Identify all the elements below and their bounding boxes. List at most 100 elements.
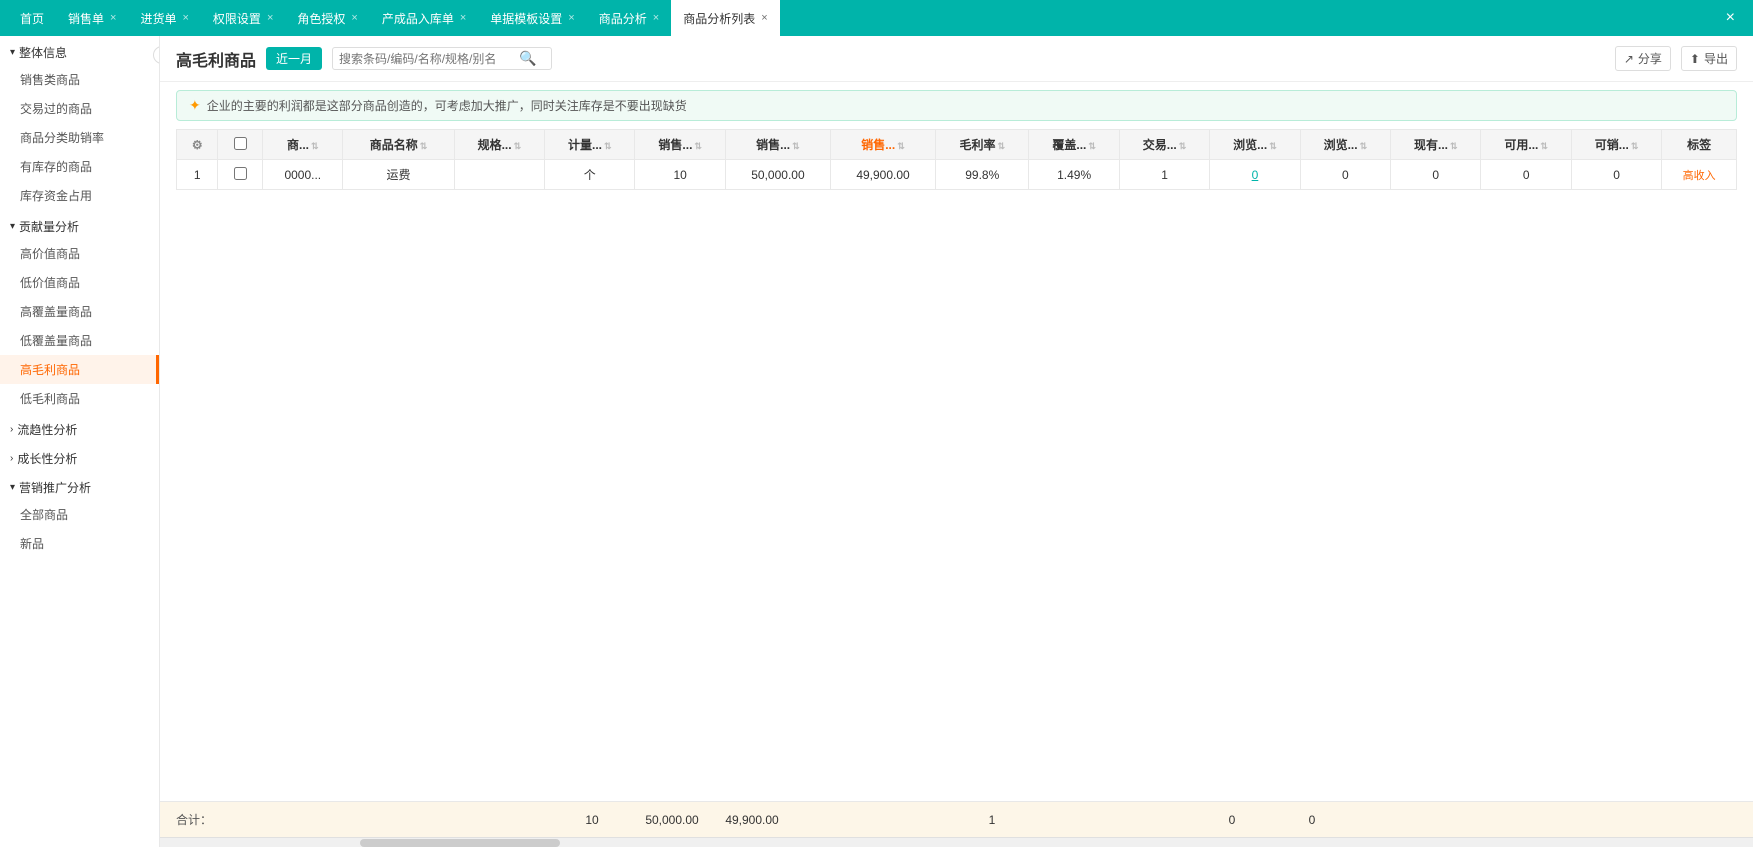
nav-home[interactable]: 首页 bbox=[8, 0, 56, 36]
cell-sale-profit: 49,900.00 bbox=[830, 160, 935, 190]
col-checkbox[interactable] bbox=[218, 130, 263, 160]
arrow-icon-3: › bbox=[10, 424, 13, 435]
col-sale-amt[interactable]: 销售...⇅ bbox=[725, 130, 830, 160]
col-trade-times[interactable]: 交易...⇅ bbox=[1119, 130, 1209, 160]
filter-button[interactable]: 近一月 bbox=[266, 47, 322, 70]
table-row: 1 0000... 运费 个 10 50,000.00 49,900.00 99… bbox=[177, 160, 1737, 190]
close-permissions-tab[interactable]: × bbox=[267, 12, 273, 24]
sidebar: « ▾ 整体信息 销售类商品 交易过的商品 商品分类助销率 有库存的商品 库存资… bbox=[0, 36, 160, 847]
col-stock2[interactable]: 可用...⇅ bbox=[1481, 130, 1571, 160]
col-sale-profit[interactable]: 销售...⇅ bbox=[830, 130, 935, 160]
sidebar-item-new-goods[interactable]: 新品 bbox=[0, 529, 159, 558]
top-navigation: 首页 销售单 × 进货单 × 权限设置 × 角色授权 × 产成品入库单 × 单据… bbox=[0, 0, 1753, 36]
footer-values: 10 50,000.00 49,900.00 1 0 0 bbox=[232, 813, 1737, 827]
scrollbar-thumb[interactable] bbox=[360, 839, 560, 847]
col-stock1[interactable]: 现有...⇅ bbox=[1391, 130, 1481, 160]
cell-tag: 高收入 bbox=[1662, 160, 1737, 190]
arrow-icon-5: ▾ bbox=[10, 482, 15, 493]
footer-sale-profit: 49,900.00 bbox=[712, 813, 792, 827]
sidebar-section-marketing[interactable]: ▾ 营销推广分析 bbox=[0, 471, 159, 500]
col-settings[interactable]: ⚙ bbox=[177, 130, 218, 160]
sidebar-section-contribution[interactable]: ▾ 贡献量分析 bbox=[0, 210, 159, 239]
close-purchase-tab[interactable]: × bbox=[182, 12, 188, 24]
col-tag[interactable]: 标签 bbox=[1662, 130, 1737, 160]
nav-product-analysis[interactable]: 商品分析 × bbox=[587, 0, 671, 36]
info-icon: ✦ bbox=[189, 97, 201, 114]
share-button[interactable]: ↗ 分享 bbox=[1615, 46, 1671, 71]
sidebar-item-low-value[interactable]: 低价值商品 bbox=[0, 268, 159, 297]
cell-code: 0000... bbox=[263, 160, 343, 190]
search-box: 🔍 bbox=[332, 47, 552, 70]
close-roles-tab[interactable]: × bbox=[351, 12, 357, 24]
arrow-icon: ▾ bbox=[10, 47, 15, 58]
main-layout: « ▾ 整体信息 销售类商品 交易过的商品 商品分类助销率 有库存的商品 库存资… bbox=[0, 36, 1753, 847]
col-name[interactable]: 商品名称⇅ bbox=[343, 130, 454, 160]
col-browse2[interactable]: 浏览...⇅ bbox=[1300, 130, 1390, 160]
sidebar-item-stock-capital[interactable]: 库存资金占用 bbox=[0, 181, 159, 210]
cell-stock2: 0 bbox=[1481, 160, 1571, 190]
data-table: ⚙ 商...⇅ 商品名称⇅ 规格...⇅ 计量...⇅ 销售...⇅ 销售...… bbox=[176, 129, 1737, 190]
footer-stock1: 0 bbox=[1192, 813, 1272, 827]
cell-index: 1 bbox=[177, 160, 218, 190]
sidebar-item-sales-goods[interactable]: 销售类商品 bbox=[0, 65, 159, 94]
sidebar-section-overall[interactable]: ▾ 整体信息 bbox=[0, 36, 159, 65]
cell-spec bbox=[454, 160, 544, 190]
cell-gross-rate: 99.8% bbox=[936, 160, 1029, 190]
sidebar-item-low-coverage[interactable]: 低覆盖量商品 bbox=[0, 326, 159, 355]
cell-checkbox[interactable] bbox=[218, 160, 263, 190]
table-header-row: ⚙ 商...⇅ 商品名称⇅ 规格...⇅ 计量...⇅ 销售...⇅ 销售...… bbox=[177, 130, 1737, 160]
sidebar-item-high-value[interactable]: 高价值商品 bbox=[0, 239, 159, 268]
cell-sale-qty: 10 bbox=[635, 160, 725, 190]
col-stock3[interactable]: 可销...⇅ bbox=[1571, 130, 1661, 160]
close-sales-tab[interactable]: × bbox=[110, 12, 116, 24]
sidebar-item-high-margin[interactable]: 高毛利商品 bbox=[0, 355, 159, 384]
col-unit[interactable]: 计量...⇅ bbox=[545, 130, 635, 160]
col-sale-qty[interactable]: 销售...⇅ bbox=[635, 130, 725, 160]
cell-unit: 个 bbox=[545, 160, 635, 190]
cell-stock3: 0 bbox=[1571, 160, 1661, 190]
search-icon[interactable]: 🔍 bbox=[519, 50, 536, 67]
sidebar-item-high-coverage[interactable]: 高覆盖量商品 bbox=[0, 297, 159, 326]
col-spec[interactable]: 规格...⇅ bbox=[454, 130, 544, 160]
select-all-checkbox[interactable] bbox=[234, 137, 247, 150]
sidebar-item-low-margin[interactable]: 低毛利商品 bbox=[0, 384, 159, 413]
nav-product-entry[interactable]: 产成品入库单 × bbox=[370, 0, 478, 36]
row-checkbox[interactable] bbox=[234, 167, 247, 180]
col-coverage[interactable]: 覆盖...⇅ bbox=[1029, 130, 1119, 160]
col-code[interactable]: 商...⇅ bbox=[263, 130, 343, 160]
nav-permissions[interactable]: 权限设置 × bbox=[201, 0, 285, 36]
nav-template-settings[interactable]: 单据模板设置 × bbox=[478, 0, 586, 36]
export-icon: ⬆ bbox=[1690, 52, 1700, 66]
close-template-tab[interactable]: × bbox=[568, 12, 574, 24]
nav-product-analysis-list[interactable]: 商品分析列表 × bbox=[671, 0, 779, 36]
cell-name: 运费 bbox=[343, 160, 454, 190]
col-gross-rate[interactable]: 毛利率⇅ bbox=[936, 130, 1029, 160]
nav-roles[interactable]: 角色授权 × bbox=[285, 0, 369, 36]
sidebar-item-traded-goods[interactable]: 交易过的商品 bbox=[0, 94, 159, 123]
page-title: 高毛利商品 bbox=[176, 47, 256, 71]
table-container: ⚙ 商...⇅ 商品名称⇅ 规格...⇅ 计量...⇅ 销售...⇅ 销售...… bbox=[160, 129, 1753, 801]
close-analysis-list-tab[interactable]: × bbox=[761, 12, 767, 24]
search-input[interactable] bbox=[339, 52, 519, 66]
cell-coverage: 1.49% bbox=[1029, 160, 1119, 190]
content-header: 高毛利商品 近一月 🔍 ↗ 分享 ⬆ 导出 bbox=[160, 36, 1753, 82]
close-analysis-tab[interactable]: × bbox=[653, 12, 659, 24]
horizontal-scrollbar[interactable] bbox=[160, 837, 1753, 847]
sidebar-item-category-rate[interactable]: 商品分类助销率 bbox=[0, 123, 159, 152]
sidebar-item-all-goods[interactable]: 全部商品 bbox=[0, 500, 159, 529]
cell-browse1[interactable]: 0 bbox=[1210, 160, 1300, 190]
nav-purchase[interactable]: 进货单 × bbox=[128, 0, 200, 36]
close-product-tab[interactable]: × bbox=[460, 12, 466, 24]
nav-sales[interactable]: 销售单 × bbox=[56, 0, 128, 36]
arrow-icon-4: › bbox=[10, 453, 13, 464]
sidebar-item-in-stock[interactable]: 有库存的商品 bbox=[0, 152, 159, 181]
sidebar-section-growth[interactable]: › 成长性分析 bbox=[0, 442, 159, 471]
sidebar-section-trend[interactable]: › 流趋性分析 bbox=[0, 413, 159, 442]
cell-stock1: 0 bbox=[1391, 160, 1481, 190]
arrow-icon-2: ▾ bbox=[10, 221, 15, 232]
content-area: 高毛利商品 近一月 🔍 ↗ 分享 ⬆ 导出 ✦ 企业的主要的利润都是这部分商品创… bbox=[160, 36, 1753, 847]
col-browse1[interactable]: 浏览...⇅ bbox=[1210, 130, 1300, 160]
window-close-button[interactable]: × bbox=[1716, 9, 1745, 27]
header-actions: ↗ 分享 ⬆ 导出 bbox=[1615, 46, 1737, 71]
export-button[interactable]: ⬆ 导出 bbox=[1681, 46, 1737, 71]
